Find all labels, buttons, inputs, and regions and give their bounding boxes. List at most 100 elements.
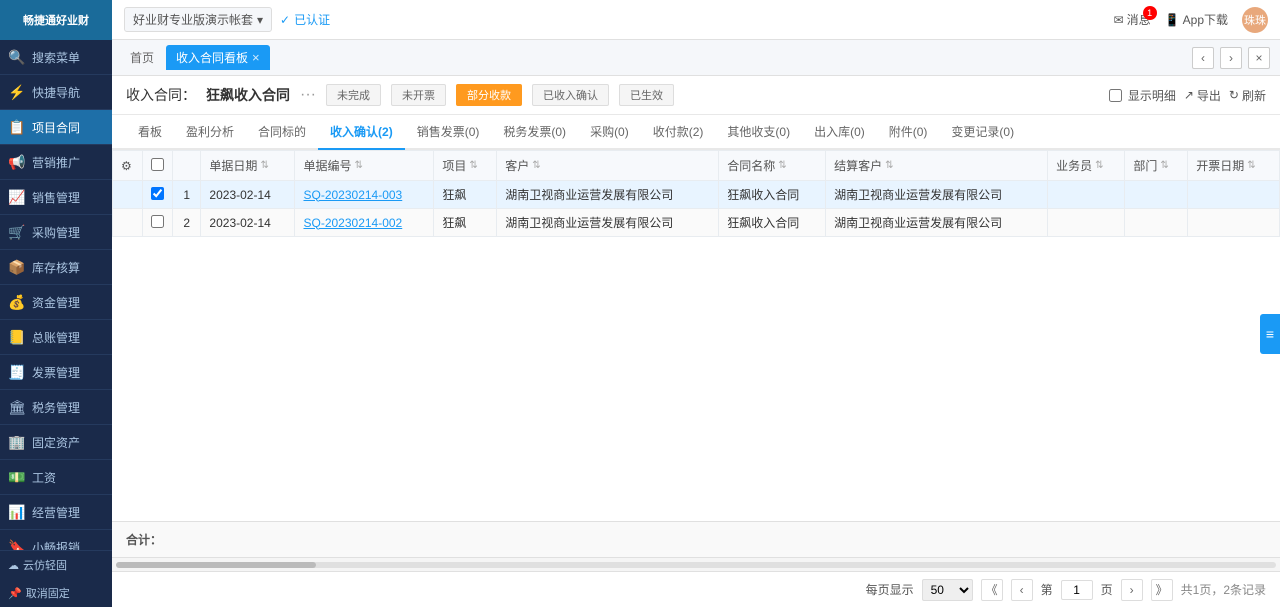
sidebar-item-0[interactable]: 🔍 搜索菜单 bbox=[0, 40, 112, 75]
sidebar-item-10[interactable]: 🏛税务管理 bbox=[0, 390, 112, 425]
page-suffix: 页 bbox=[1101, 581, 1113, 598]
home-tab[interactable]: 首页 bbox=[122, 45, 162, 70]
col-label-salesperson: 业务员 bbox=[1056, 157, 1092, 174]
scroll-thumb[interactable] bbox=[116, 562, 316, 568]
contract-more-icon[interactable]: ··· bbox=[300, 86, 316, 104]
sidebar-label-13: 经营管理 bbox=[32, 504, 80, 521]
sidebar-item-4[interactable]: 📈销售管理 bbox=[0, 180, 112, 215]
avatar-text: 珠珠 bbox=[1244, 12, 1266, 28]
row-checkbox-0 bbox=[143, 181, 173, 209]
sidebar-item-8[interactable]: 📒总账管理 bbox=[0, 320, 112, 355]
sidebar-icon-0: 🔍 bbox=[8, 48, 26, 66]
sidebar-label-8: 总账管理 bbox=[32, 329, 80, 346]
row-contract_name-0: 狂飙收入合同 bbox=[719, 181, 826, 209]
tab-next-btn[interactable]: › bbox=[1220, 47, 1242, 69]
per-page-select[interactable]: 50 10 20 100 bbox=[922, 579, 973, 601]
message-icon: ✉ bbox=[1114, 13, 1124, 27]
first-page-btn[interactable]: 《 bbox=[981, 579, 1003, 601]
inner-tab-7[interactable]: 收付款(2) bbox=[641, 115, 716, 150]
th-invoice_date[interactable]: 开票日期⇅ bbox=[1188, 151, 1280, 181]
message-btn[interactable]: ✉ 1 消息 bbox=[1114, 11, 1151, 28]
th-settings[interactable]: ⚙ bbox=[113, 151, 143, 181]
status-no-invoice-btn[interactable]: 未开票 bbox=[391, 84, 446, 106]
inner-tab-8[interactable]: 其他收支(0) bbox=[715, 115, 802, 150]
sidebar-bottom-icon-0: ☁ bbox=[8, 559, 19, 572]
th-settle_customer[interactable]: 结算客户⇅ bbox=[826, 151, 1048, 181]
row-customer-0: 湖南卫视商业运营发展有限公司 bbox=[497, 181, 719, 209]
status-incomplete-btn[interactable]: 未完成 bbox=[326, 84, 381, 106]
sidebar-item-12[interactable]: 💵工资 bbox=[0, 460, 112, 495]
sidebar-item-2[interactable]: 📋项目合同 bbox=[0, 110, 112, 145]
sidebar-item-3[interactable]: 📢营销推广 bbox=[0, 145, 112, 180]
col-label-department: 部门 bbox=[1133, 157, 1157, 174]
export-btn[interactable]: ↗ 导出 bbox=[1184, 87, 1221, 104]
checkbox-row-1[interactable] bbox=[151, 215, 164, 228]
inner-tab-1[interactable]: 盈利分析 bbox=[174, 115, 246, 150]
sidebar-item-6[interactable]: 📦 库存核算 bbox=[0, 250, 112, 285]
row-order_no-1[interactable]: SQ-20230214-002 bbox=[295, 209, 434, 237]
company-selector[interactable]: 好业财专业版演示帐套 ▾ bbox=[124, 7, 272, 32]
sidebar-item-11[interactable]: 🏢固定资产 bbox=[0, 425, 112, 460]
th-salesperson[interactable]: 业务员⇅ bbox=[1048, 151, 1125, 181]
sidebar-item-1[interactable]: ⚡快捷导航 bbox=[0, 75, 112, 110]
next-page-btn[interactable]: › bbox=[1121, 579, 1143, 601]
sidebar-label-2: 项目合同 bbox=[32, 119, 80, 136]
avatar-btn[interactable]: 珠珠 bbox=[1242, 7, 1268, 33]
select-all-checkbox[interactable] bbox=[151, 158, 164, 171]
status-effective-btn[interactable]: 已生效 bbox=[619, 84, 674, 106]
sidebar-item-14[interactable]: 🔖小畅报销 bbox=[0, 530, 112, 550]
company-name: 好业财专业版演示帐套 bbox=[133, 11, 253, 28]
th-department[interactable]: 部门⇅ bbox=[1125, 151, 1188, 181]
inner-tab-2[interactable]: 合同标的 bbox=[246, 115, 318, 150]
th-order_no[interactable]: 单据编号⇅ bbox=[295, 151, 434, 181]
sidebar-bottom-item-0[interactable]: ☁云仿轻固 bbox=[0, 551, 112, 579]
table-row[interactable]: 12023-02-14SQ-20230214-003狂飙湖南卫视商业运营发展有限… bbox=[113, 181, 1280, 209]
tab-close-icon[interactable]: × bbox=[252, 50, 260, 65]
th-project[interactable]: 项目⇅ bbox=[434, 151, 497, 181]
horizontal-scrollbar[interactable] bbox=[112, 557, 1280, 571]
sidebar-item-7[interactable]: 💰资金管理 bbox=[0, 285, 112, 320]
inner-tab-0[interactable]: 看板 bbox=[126, 115, 174, 150]
status-confirmed-btn[interactable]: 已收入确认 bbox=[532, 84, 609, 106]
refresh-btn[interactable]: ↻ 刷新 bbox=[1229, 87, 1266, 104]
prev-page-btn[interactable]: ‹ bbox=[1011, 579, 1033, 601]
inner-tab-10[interactable]: 附件(0) bbox=[877, 115, 940, 150]
active-tab[interactable]: 收入合同看板 × bbox=[166, 45, 270, 70]
app-download-btn[interactable]: 📱 App下载 bbox=[1165, 11, 1228, 28]
th-customer[interactable]: 客户⇅ bbox=[497, 151, 719, 181]
inner-tab-11[interactable]: 变更记录(0) bbox=[939, 115, 1026, 150]
inner-tab-3[interactable]: 收入确认(2) bbox=[318, 115, 405, 150]
inner-tab-4[interactable]: 销售发票(0) bbox=[405, 115, 492, 150]
row-order_no-0[interactable]: SQ-20230214-003 bbox=[295, 181, 434, 209]
th-contract_name[interactable]: 合同名称⇅ bbox=[719, 151, 826, 181]
status-partial-btn[interactable]: 部分收款 bbox=[456, 84, 522, 106]
last-page-btn[interactable]: 》 bbox=[1151, 579, 1173, 601]
sidebar-icon-6: 📦 bbox=[8, 258, 26, 276]
th-date[interactable]: 单据日期⇅ bbox=[201, 151, 295, 181]
sidebar-item-5[interactable]: 🛒采购管理 bbox=[0, 215, 112, 250]
tab-close-window-btn[interactable]: × bbox=[1248, 47, 1270, 69]
sidebar-bottom-item-1[interactable]: 📌取消固定 bbox=[0, 579, 112, 607]
sidebar-label-6: 库存核算 bbox=[32, 259, 80, 276]
inner-tab-5[interactable]: 税务发票(0) bbox=[491, 115, 578, 150]
table-row[interactable]: 22023-02-14SQ-20230214-002狂飙湖南卫视商业运营发展有限… bbox=[113, 209, 1280, 237]
float-panel-btn[interactable]: ≡ bbox=[1260, 314, 1280, 354]
sidebar-icon-4: 📈 bbox=[8, 188, 26, 206]
inner-tab-6[interactable]: 采购(0) bbox=[578, 115, 641, 150]
col-label-customer: 客户 bbox=[505, 157, 529, 174]
sidebar-menu: 🔍 搜索菜单 ⚡快捷导航📋项目合同📢营销推广📈销售管理🛒采购管理 📦 库存核算 💰资金管理… bbox=[0, 40, 112, 550]
checkbox-row-0[interactable] bbox=[151, 187, 164, 200]
sidebar-item-9[interactable]: 🧾发票管理 bbox=[0, 355, 112, 390]
show-detail-checkbox[interactable] bbox=[1109, 89, 1122, 102]
inner-tab-9[interactable]: 出入库(0) bbox=[802, 115, 877, 150]
tab-prev-btn[interactable]: ‹ bbox=[1192, 47, 1214, 69]
order-no-link-1[interactable]: SQ-20230214-002 bbox=[303, 216, 402, 230]
row-date-0: 2023-02-14 bbox=[201, 181, 295, 209]
show-detail-btn[interactable]: 显示明细 bbox=[1109, 87, 1176, 104]
order-no-link-0[interactable]: SQ-20230214-003 bbox=[303, 188, 402, 202]
sidebar-item-13[interactable]: 📊经营管理 bbox=[0, 495, 112, 530]
sidebar-label-7: 资金管理 bbox=[32, 294, 80, 311]
sidebar: 畅捷通好业财 🔍搜索菜单⚡快捷导航📋项目合同📢营销推广📈销售管理🛒采购管理📦库存… bbox=[0, 0, 112, 607]
sidebar-label-0: 搜索菜单 bbox=[32, 49, 80, 66]
page-input[interactable] bbox=[1061, 580, 1093, 600]
